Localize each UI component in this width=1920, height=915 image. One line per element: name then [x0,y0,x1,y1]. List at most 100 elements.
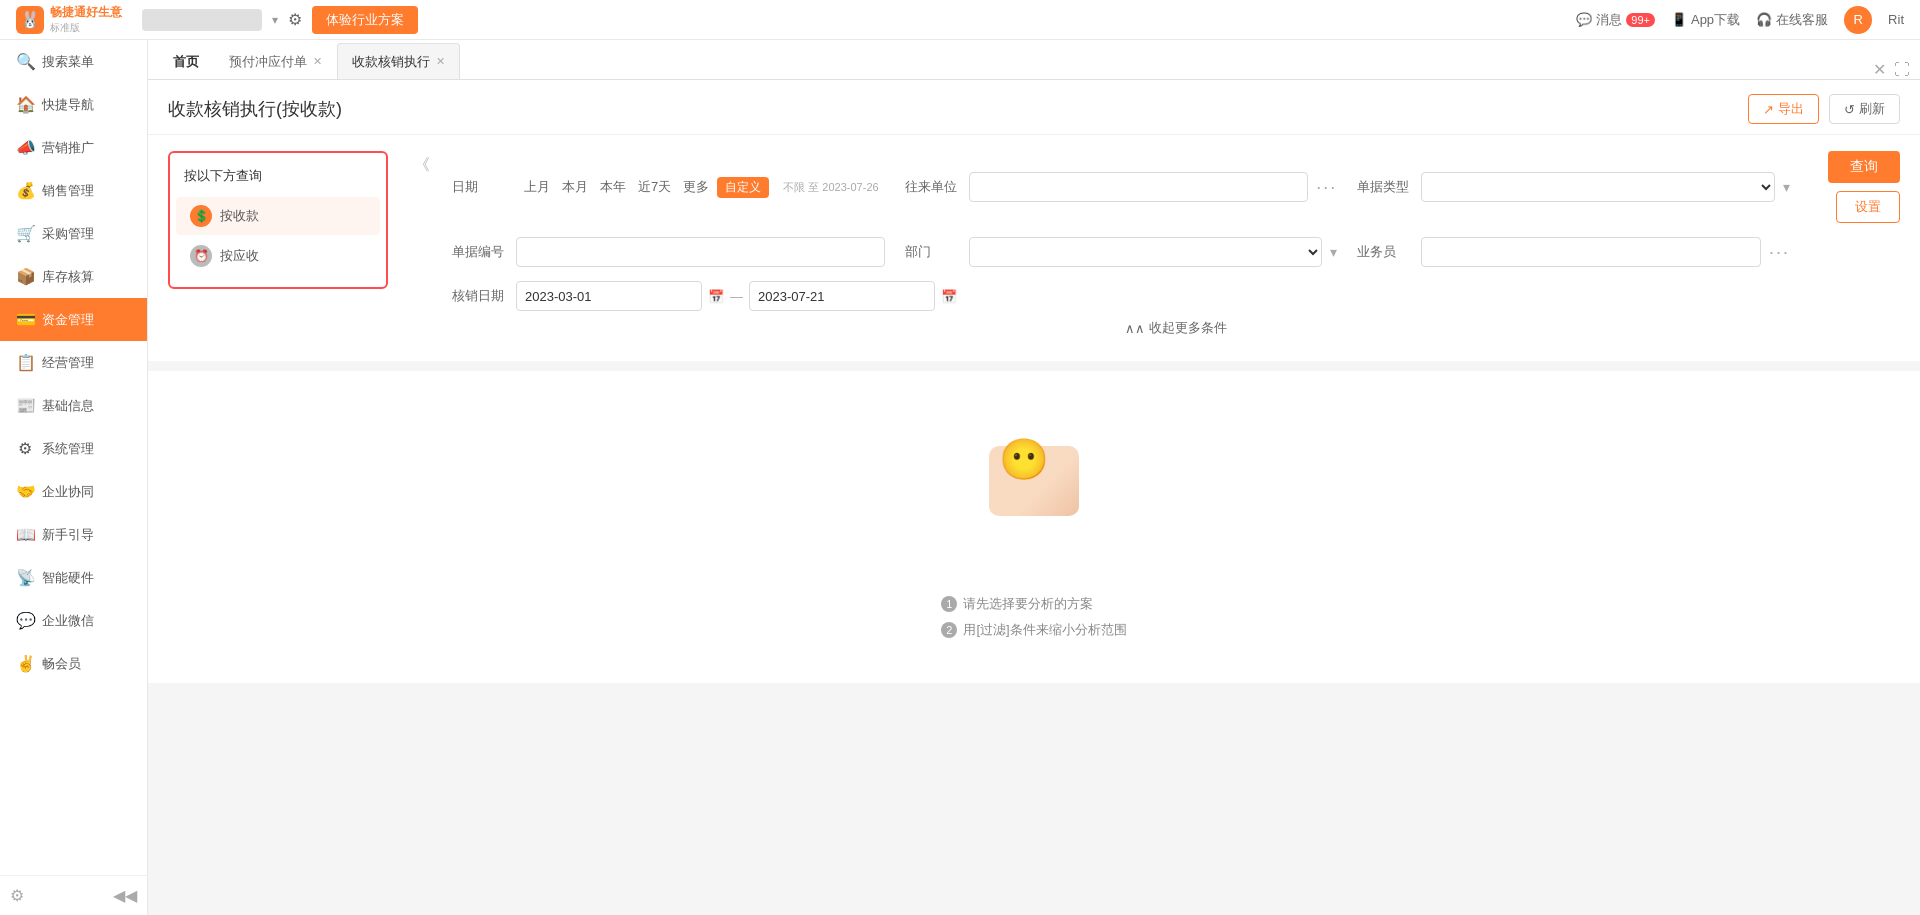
verify-date-start-input[interactable] [516,281,702,311]
sidebar-item-hardware[interactable]: 📡 智能硬件 [0,556,147,599]
collapse-more-button[interactable]: ∧∧ 收起更多条件 [1125,319,1227,337]
counterparty-field: 往来单位 ··· [905,172,1338,202]
verify-date-label: 核销日期 [452,287,508,305]
staff-more-icon[interactable]: ··· [1769,242,1790,263]
search-bar-placeholder[interactable] [142,9,262,31]
refresh-button[interactable]: ↺ 刷新 [1829,94,1900,124]
query-button[interactable]: 查询 [1828,151,1900,183]
service-icon: 🎧 [1756,12,1772,27]
receivable-option-label: 按应收 [220,247,259,265]
purchase-icon: 🛒 [16,224,34,243]
tab-collection[interactable]: 收款核销执行 ✕ [337,43,460,79]
message-action[interactable]: 💬 消息 99+ [1576,11,1655,29]
date-label: 日期 [452,178,508,196]
basic-info-icon: 📰 [16,396,34,415]
dropdown-icon[interactable]: ▾ [272,13,278,27]
date-hint: 不限 至 2023-07-26 [783,180,878,195]
sidebar-item-quick-nav[interactable]: 🏠 快捷导航 [0,83,147,126]
staff-label: 业务员 [1357,243,1413,261]
solution-button[interactable]: 体验行业方案 [312,6,418,34]
settings-button[interactable]: 设置 [1836,191,1900,223]
sidebar-item-member[interactable]: ✌ 畅会员 [0,642,147,685]
verify-date-end-input[interactable] [749,281,935,311]
filter-row-2: 单据编号 部门 ▾ 业务员 [452,237,1900,267]
refresh-label: 刷新 [1859,100,1885,118]
empty-text: 1 请先选择要分析的方案 2 用[过滤]条件来缩小分析范围 [941,591,1126,643]
filter-panel: 按以下方查询 💲 按收款 ⏰ 按应收 [168,151,388,289]
calendar-end-icon[interactable]: 📅 [941,289,957,304]
filter-option-by-receipt[interactable]: 💲 按收款 [176,197,380,235]
tabbar: 首页 预付冲应付单 ✕ 收款核销执行 ✕ ✕ ⛶ [148,40,1920,80]
date-custom-badge[interactable]: 自定义 [717,177,769,198]
tab-home-label: 首页 [173,53,199,71]
date-quick-thisyear[interactable]: 本年 [596,176,630,198]
date-range-sep: — [730,289,743,304]
dept-label: 部门 [905,243,961,261]
date-quick-7days[interactable]: 近7天 [634,176,675,198]
staff-field: 业务员 ··· [1357,237,1790,267]
date-quick-lastmonth[interactable]: 上月 [520,176,554,198]
sidebar-label-finance: 资金管理 [42,311,94,329]
verify-date-field: 核销日期 📅 — 📅 [452,281,1900,311]
chevron-up-icon: ∧∧ [1125,321,1145,336]
sidebar-bottom: ⚙ ◀◀ [0,875,147,915]
date-quick-thismonth[interactable]: 本月 [558,176,592,198]
settings-bottom-icon[interactable]: ⚙ [10,886,24,905]
filter-rows: 日期 上月 本月 本年 近7天 更多 自定义 不限 至 2023-07-26 [452,151,1900,311]
query-actions: 查询 设置 [1810,151,1900,223]
empty-step2-num: 2 [941,622,957,638]
sidebar-label-search: 搜索菜单 [42,53,94,71]
sidebar-label-basic-info: 基础信息 [42,397,94,415]
user-avatar[interactable]: R [1844,6,1872,34]
empty-state: 😶 1 请先选择要分析的方案 2 用[过滤]条件来缩小分析范围 [148,371,1920,683]
dept-select[interactable] [969,237,1323,267]
sidebar-item-wechat[interactable]: 💬 企业微信 [0,599,147,642]
counterparty-label: 往来单位 [905,178,961,196]
sidebar-item-sales[interactable]: 💰 销售管理 [0,169,147,212]
sidebar-label-wechat: 企业微信 [42,612,94,630]
expand-icon[interactable]: ⛶ [1894,61,1910,79]
sidebar-item-marketing[interactable]: 📣 营销推广 [0,126,147,169]
message-icon: 💬 [1576,12,1592,27]
sidebar-item-finance[interactable]: 💳 资金管理 [0,298,147,341]
operations-icon: 📋 [16,353,34,372]
docno-label: 单据编号 [452,243,508,261]
sidebar-item-search[interactable]: 🔍 搜索菜单 [0,40,147,83]
online-service-action[interactable]: 🎧 在线客服 [1756,11,1828,29]
calendar-start-icon[interactable]: 📅 [708,289,724,304]
counterparty-input[interactable] [969,172,1309,202]
sidebar-item-purchase[interactable]: 🛒 采购管理 [0,212,147,255]
member-icon: ✌ [16,654,34,673]
collapse-sidebar-icon[interactable]: ◀◀ [113,886,137,905]
date-quick-more[interactable]: 更多 [679,176,713,198]
sidebar-item-guide[interactable]: 📖 新手引导 [0,513,147,556]
filter-left-panel: 按以下方查询 💲 按收款 ⏰ 按应收 [168,151,388,345]
sidebar-item-collab[interactable]: 🤝 企业协同 [0,470,147,513]
tab-prepay-close[interactable]: ✕ [313,55,322,68]
docno-input[interactable] [516,237,885,267]
sidebar-item-system[interactable]: ⚙ 系统管理 [0,427,147,470]
counterparty-more-icon[interactable]: ··· [1316,177,1337,198]
app-download-action[interactable]: 📱 App下载 [1671,11,1740,29]
filter-row-3: 核销日期 📅 — 📅 [452,281,1900,311]
topbar-actions: 💬 消息 99+ 📱 App下载 🎧 在线客服 R Rit [1576,6,1904,34]
tab-collection-close[interactable]: ✕ [436,55,445,68]
message-label: 消息 [1596,11,1622,29]
sidebar-item-basic-info[interactable]: 📰 基础信息 [0,384,147,427]
filter-panel-title: 按以下方查询 [170,163,386,195]
filter-option-by-receivable[interactable]: ⏰ 按应收 [176,237,380,275]
gear-icon[interactable]: ⚙ [288,10,302,29]
app-download-label: App下载 [1691,11,1740,29]
doctype-select[interactable] [1421,172,1775,202]
empty-face-icon: 😶 [999,436,1049,483]
docno-field: 单据编号 [452,237,885,267]
tab-home[interactable]: 首页 [158,43,214,79]
sidebar: 🔍 搜索菜单 🏠 快捷导航 📣 营销推广 💰 销售管理 🛒 采购管理 📦 库存核… [0,40,148,915]
collapse-left-panel-btn[interactable]: 《 [408,151,436,345]
sidebar-item-operations[interactable]: 📋 经营管理 [0,341,147,384]
export-button[interactable]: ↗ 导出 [1748,94,1819,124]
staff-input[interactable] [1421,237,1761,267]
sidebar-item-inventory[interactable]: 📦 库存核算 [0,255,147,298]
close-all-icon[interactable]: ✕ [1873,60,1886,79]
tab-prepay[interactable]: 预付冲应付单 ✕ [214,43,337,79]
